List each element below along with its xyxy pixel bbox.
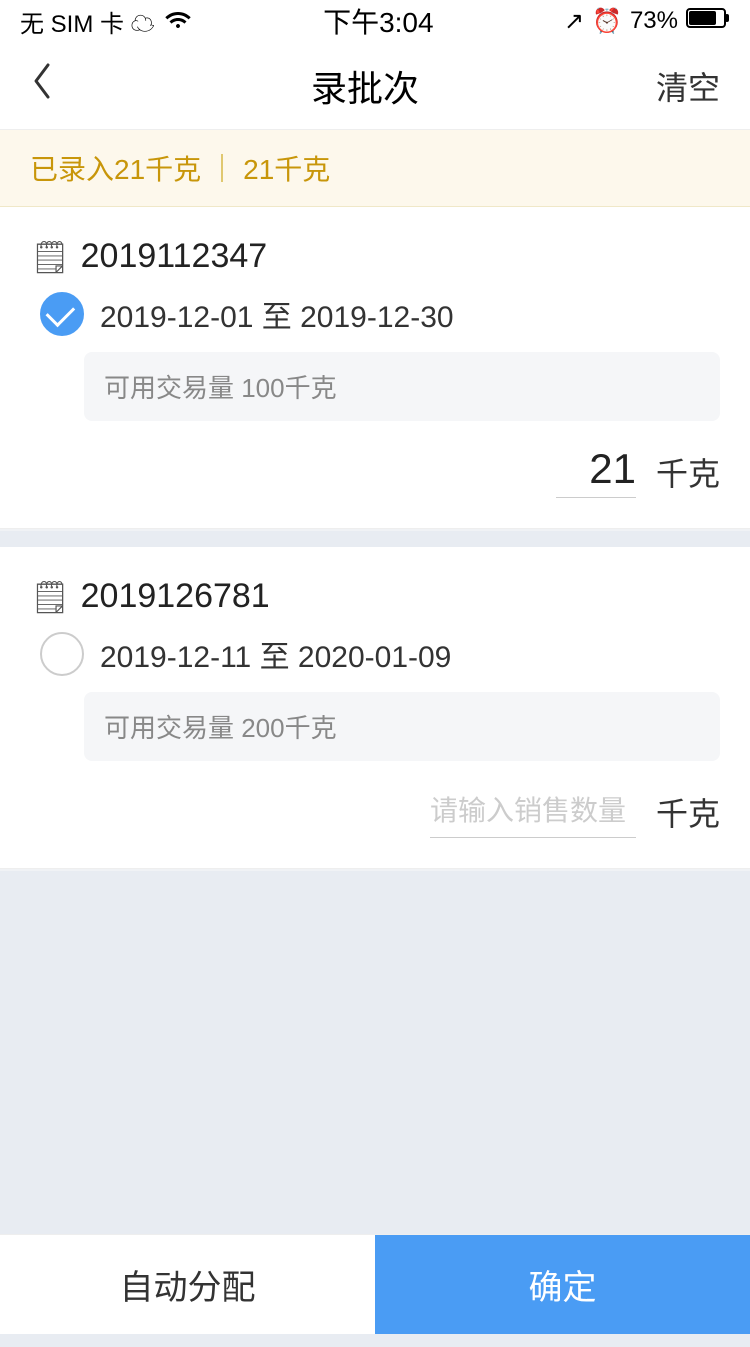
batch-id-row-1: 🗒 2019112347 bbox=[30, 237, 720, 276]
confirm-button[interactable]: 确定 bbox=[375, 1235, 750, 1334]
radio-btn-1[interactable] bbox=[40, 292, 84, 336]
document-icon-1: 🗒 bbox=[30, 238, 71, 276]
battery-level: 73% bbox=[630, 7, 678, 35]
back-button[interactable] bbox=[30, 61, 90, 111]
summary-divider bbox=[221, 154, 223, 182]
quantity-placeholder-2: 请输入销售数量 bbox=[430, 789, 626, 829]
quantity-row-2: 请输入销售数量 千克 bbox=[0, 761, 750, 869]
wifi-icon bbox=[163, 6, 193, 37]
status-time: 下午3:04 bbox=[323, 1, 434, 41]
clear-button[interactable]: 清空 bbox=[640, 63, 720, 109]
summary-banner: 已录入21千克 21千克 bbox=[0, 130, 750, 207]
alarm-icon: ⏰ bbox=[592, 7, 622, 36]
sim-status: 无 SIM 卡 ☁ bbox=[20, 4, 155, 39]
quantity-unit-1: 千克 bbox=[656, 449, 720, 495]
batch-item-2-header: 🗒 2019126781 2019-12-11 至 2020-01-09 可用交… bbox=[0, 547, 750, 761]
batch-id-1: 2019112347 bbox=[81, 237, 268, 276]
batch-date-2: 2019-12-11 至 2020-01-09 bbox=[100, 632, 451, 676]
summary-value: 21千克 bbox=[243, 148, 330, 188]
quantity-input-1[interactable] bbox=[556, 445, 636, 493]
batch-id-row-2: 🗒 2019126781 bbox=[30, 577, 720, 616]
radio-btn-2[interactable] bbox=[40, 632, 84, 676]
summary-label: 已录入21千克 bbox=[30, 148, 201, 188]
section-separator bbox=[0, 531, 750, 547]
batch-item-2: 🗒 2019126781 2019-12-11 至 2020-01-09 可用交… bbox=[0, 547, 750, 869]
battery-icon bbox=[686, 6, 730, 37]
status-left: 无 SIM 卡 ☁ bbox=[20, 4, 193, 39]
status-bar: 无 SIM 卡 ☁ 下午3:04 ↗ ⏰ 73% bbox=[0, 0, 750, 42]
section-separator-2 bbox=[0, 871, 750, 887]
batch-date-row-1[interactable]: 2019-12-01 至 2019-12-30 bbox=[30, 292, 720, 336]
auto-distribute-button[interactable]: 自动分配 bbox=[0, 1235, 375, 1334]
quantity-unit-2: 千克 bbox=[656, 789, 720, 835]
footer: 自动分配 确定 bbox=[0, 1234, 750, 1334]
available-volume-1: 可用交易量 100千克 bbox=[104, 373, 337, 403]
batch-item-1: 🗒 2019112347 2019-12-01 至 2019-12-30 可用交… bbox=[0, 207, 750, 529]
status-right: ↗ ⏰ 73% bbox=[564, 6, 730, 37]
available-volume-row-1: 可用交易量 100千克 bbox=[84, 352, 720, 421]
available-volume-2: 可用交易量 200千克 bbox=[104, 713, 337, 743]
location-icon: ↗ bbox=[564, 7, 584, 36]
batch-id-2: 2019126781 bbox=[81, 577, 270, 616]
page-title: 录批次 bbox=[90, 60, 640, 112]
document-icon-2: 🗒 bbox=[30, 578, 71, 616]
batch-date-row-2[interactable]: 2019-12-11 至 2020-01-09 bbox=[30, 632, 720, 676]
quantity-display-2: 请输入销售数量 bbox=[430, 785, 636, 838]
batch-item-1-header: 🗒 2019112347 2019-12-01 至 2019-12-30 可用交… bbox=[0, 207, 750, 421]
quantity-row-1: 千克 bbox=[0, 421, 750, 529]
quantity-display-1 bbox=[556, 445, 636, 498]
batch-date-1: 2019-12-01 至 2019-12-30 bbox=[100, 292, 454, 336]
available-volume-row-2: 可用交易量 200千克 bbox=[84, 692, 720, 761]
nav-bar: 录批次 清空 bbox=[0, 42, 750, 130]
